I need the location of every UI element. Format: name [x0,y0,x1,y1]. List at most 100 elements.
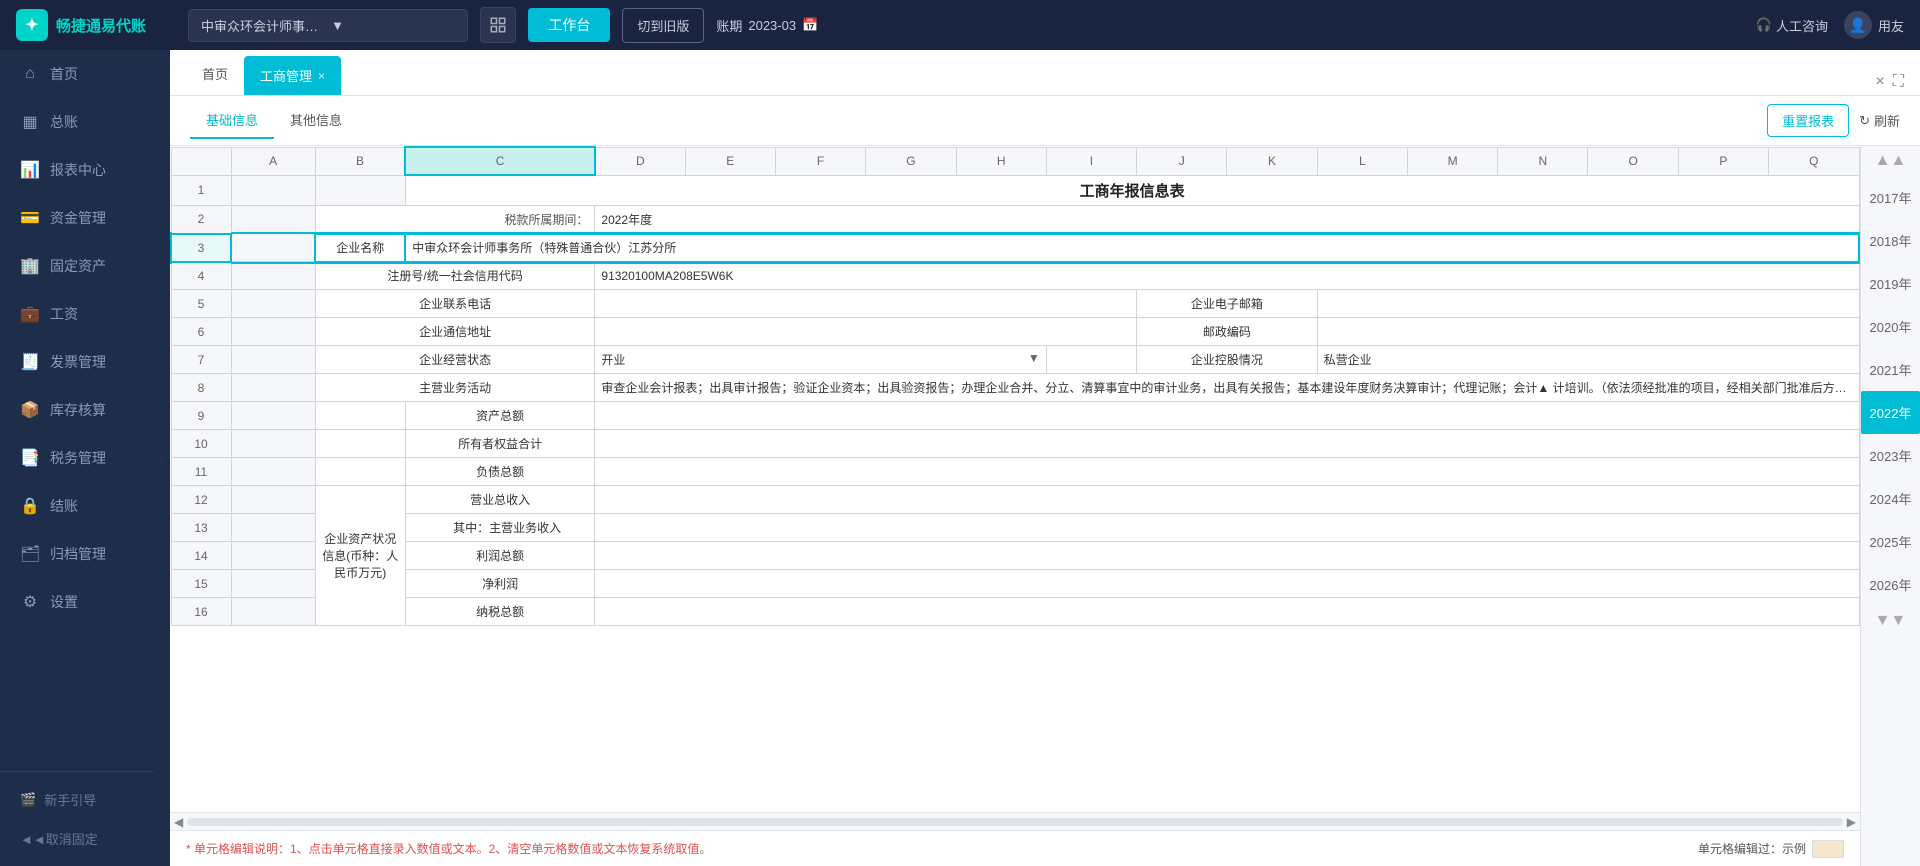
tab-active-commerce[interactable]: 工商管理 × [244,56,341,95]
spreadsheet-container[interactable]: A B C D E F G H I J K L [170,146,1860,812]
table-cell[interactable] [231,346,315,374]
workbench-button[interactable]: 工作台 [528,8,610,42]
sidebar-item-salary[interactable]: 💼 工资 [0,290,170,338]
table-row: 15 净利润 [171,570,1859,598]
table-cell[interactable] [231,486,315,514]
table-cell-value[interactable]: 审查企业会计报表；出具审计报告；验证企业资本；出具验资报告；办理企业合并、分立、… [595,374,1859,402]
table-cell[interactable] [315,402,405,430]
table-cell-value[interactable] [595,458,1859,486]
year-item-2018[interactable]: 2018年 [1861,219,1920,262]
table-cell-value[interactable]: 开业 ▼ [595,346,1046,374]
row-num: 14 [171,542,231,570]
table-cell-value[interactable]: 中审众环会计师事务所（特殊普通合伙）江苏分所 [405,234,1859,262]
table-cell[interactable] [231,514,315,542]
col-header-c: C [405,147,595,175]
table-cell[interactable] [315,458,405,486]
table-cell-label: 资产总额 [405,402,595,430]
close-window-icon[interactable]: × [1875,73,1884,91]
table-cell-value[interactable] [595,402,1859,430]
year-item-2020[interactable]: 2020年 [1861,305,1920,348]
scroll-right-arrow[interactable]: ▶ [1847,815,1856,829]
expand-window-icon[interactable]: ⛶ [1893,73,1904,91]
sidebar-item-asset[interactable]: 🏢 固定资产 [0,242,170,290]
unpin-button[interactable]: ◄◄取消固定 [0,819,170,858]
sidebar-collapse-handle[interactable]: ⋮ [154,50,170,866]
sub-tab-toolbar-bar: 基础信息 其他信息 重置报表 ↻ 刷新 [170,96,1920,146]
reset-report-button[interactable]: 重置报表 [1767,104,1849,137]
dropdown-arrow-icon[interactable]: ▼ [1028,351,1040,365]
sub-tab-other[interactable]: 其他信息 [274,102,358,139]
table-cell-value[interactable] [595,430,1859,458]
year-scroll-up-icon[interactable]: ▲▲ [1875,146,1907,176]
col-header-b: B [315,147,405,175]
company-icon-button[interactable] [480,7,516,43]
table-cell-value[interactable] [595,598,1859,626]
sub-tab-basic[interactable]: 基础信息 [190,102,274,139]
table-cell[interactable] [231,570,315,598]
calendar-icon[interactable]: 📅 [802,17,818,33]
table-cell[interactable] [231,430,315,458]
table-cell[interactable] [231,234,315,262]
sidebar-item-report[interactable]: 📊 报表中心 [0,146,170,194]
table-cell[interactable] [315,175,405,206]
table-cell-label: 负债总额 [405,458,595,486]
table-cell[interactable] [1046,346,1136,374]
year-item-2022[interactable]: 2022年 [1861,391,1920,434]
year-item-2026[interactable]: 2026年 [1861,563,1920,606]
user-menu[interactable]: 👤 用友 [1844,11,1904,39]
year-item-2025[interactable]: 2025年 [1861,520,1920,563]
table-cell-value[interactable] [595,570,1859,598]
table-cell[interactable] [231,175,315,206]
old-version-button[interactable]: 切到旧版 [622,8,704,43]
year-item-2024[interactable]: 2024年 [1861,477,1920,520]
table-cell[interactable] [231,262,315,290]
table-cell[interactable] [231,206,315,234]
table-cell[interactable] [231,290,315,318]
sidebar-item-inventory[interactable]: 📦 库存核算 [0,386,170,434]
sidebar-item-finance[interactable]: 💳 资金管理 [0,194,170,242]
customer-service-button[interactable]: 🎧 人工咨询 [1756,16,1828,35]
table-cell-value[interactable] [595,514,1859,542]
table-cell[interactable] [231,458,315,486]
sidebar-item-settings[interactable]: ⚙ 设置 [0,578,170,626]
table-cell-value2[interactable]: 私营企业 [1317,346,1859,374]
horizontal-scrollbar[interactable]: ◀ ▶ [170,812,1860,830]
table-cell-value2[interactable] [1317,290,1859,318]
sidebar-item-home[interactable]: ⌂ 首页 [0,50,170,98]
main-layout: ⋮ ⌂ 首页 ▦ 总账 📊 报表中心 💳 资金管理 🏢 固定资产 [0,50,1920,866]
table-cell-value2[interactable] [1317,318,1859,346]
table-row: 3 企业名称 中审众环会计师事务所（特殊普通合伙）江苏分所 [171,234,1859,262]
table-cell-value[interactable]: 91320100MA208E5W6K [595,262,1859,290]
year-item-2019[interactable]: 2019年 [1861,262,1920,305]
table-cell-value[interactable] [595,290,1137,318]
table-cell-value[interactable] [595,542,1859,570]
table-cell[interactable] [231,402,315,430]
table-cell-value[interactable] [595,486,1859,514]
year-item-2023[interactable]: 2023年 [1861,434,1920,477]
tab-close-icon[interactable]: × [318,69,325,83]
table-cell[interactable] [231,374,315,402]
sidebar-item-tax[interactable]: 📑 税务管理 [0,434,170,482]
table-cell[interactable] [231,318,315,346]
scroll-track[interactable] [187,818,1843,826]
table-cell-value[interactable] [595,318,1137,346]
scroll-left-arrow[interactable]: ◀ [174,815,183,829]
table-cell[interactable] [315,430,405,458]
company-selector[interactable]: 中审众环会计师事务所（特殊普通合伙.... ▼ [188,9,468,42]
sidebar-item-close[interactable]: 🔒 结账 [0,482,170,530]
window-controls: × ⛶ [1875,73,1904,95]
year-item-2021[interactable]: 2021年 [1861,348,1920,391]
new-user-guide[interactable]: 🎬 新手引导 [0,780,170,819]
sidebar-item-ledger[interactable]: ▦ 总账 [0,98,170,146]
tab-home[interactable]: 首页 [186,54,244,95]
year-item-2017[interactable]: 2017年 [1861,176,1920,219]
sidebar-item-archive[interactable]: 🗂 归档管理 [0,530,170,578]
year-scroll-down-icon[interactable]: ▼▼ [1875,606,1907,636]
refresh-button[interactable]: ↻ 刷新 [1859,111,1900,130]
table-cell-value[interactable]: 2022年度 [595,206,1859,234]
table-cell[interactable] [231,542,315,570]
table-cell[interactable] [231,598,315,626]
sidebar-item-invoice[interactable]: 🧾 发票管理 [0,338,170,386]
table-cell-label: 企业联系电话 [315,290,595,318]
sidebar-item-label: 资金管理 [50,208,106,228]
